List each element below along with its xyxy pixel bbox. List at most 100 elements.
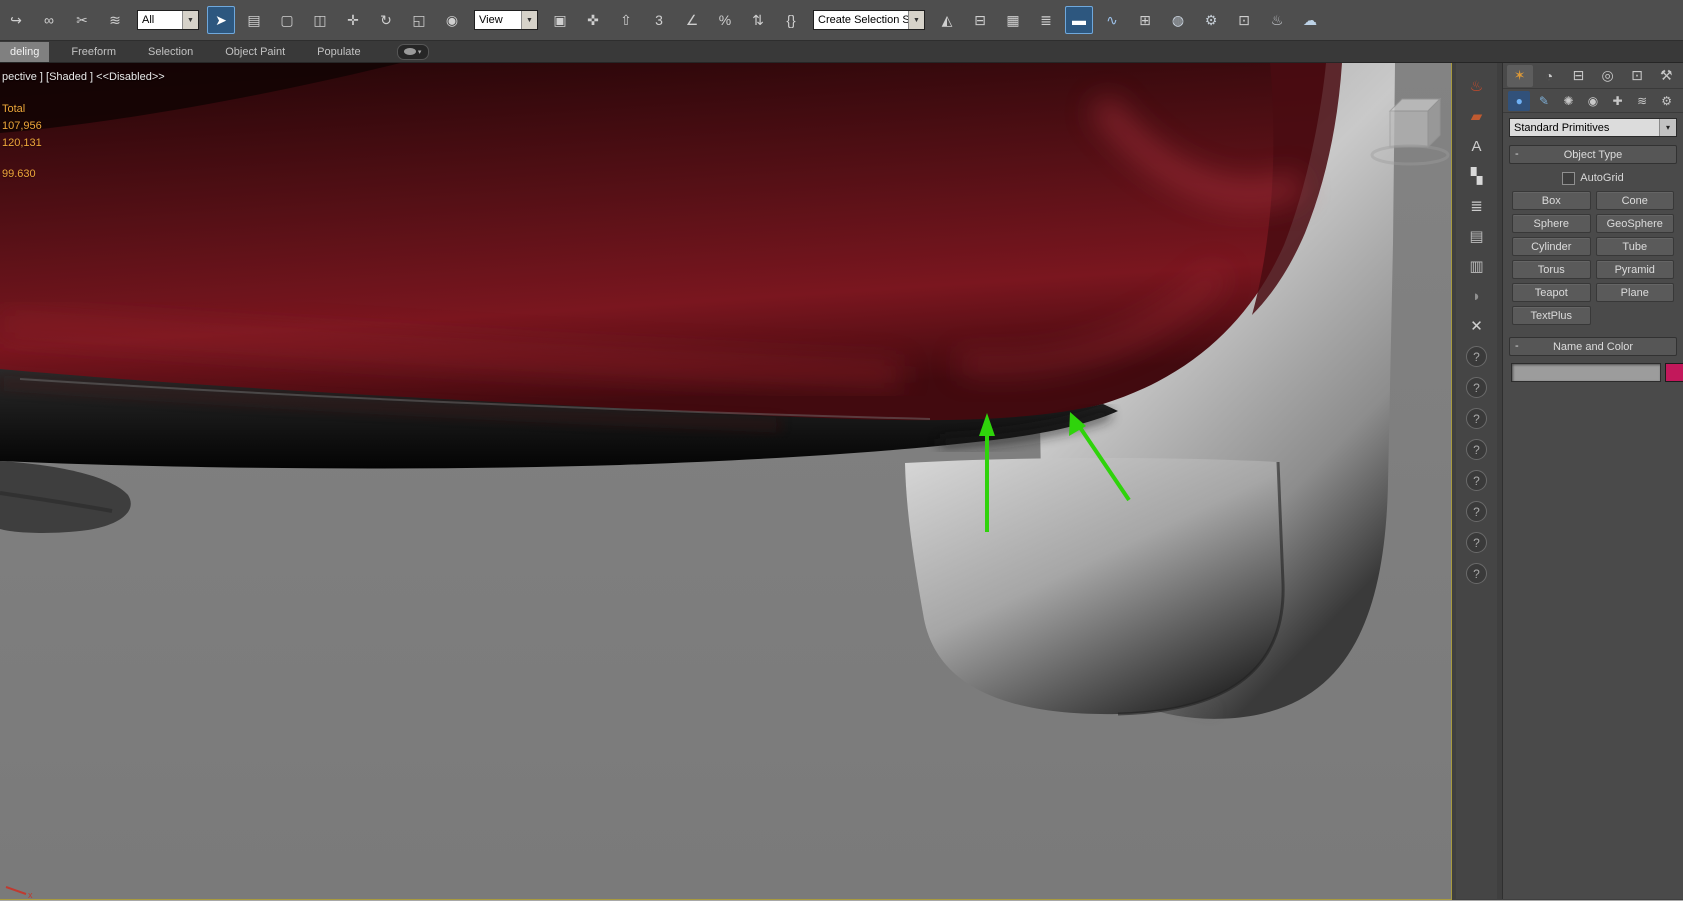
render-in-cloud-icon[interactable]: ☁	[1296, 6, 1324, 34]
tab-display[interactable]: ⊡	[1624, 65, 1650, 87]
ribbon-striped-icon[interactable]: ▥	[1464, 253, 1490, 279]
viewport-3d-scene[interactable]: x	[0, 63, 1451, 899]
object-name-input[interactable]	[1511, 363, 1661, 382]
tab-freeform[interactable]: Freeform	[61, 42, 126, 62]
toggle-ribbon-icon[interactable]: ▬	[1065, 6, 1093, 34]
tab-populate[interactable]: Populate	[307, 42, 370, 62]
category-geometry[interactable]: ●	[1508, 90, 1531, 111]
rollout-object-type-header[interactable]: - Object Type	[1509, 145, 1677, 164]
tab-hierarchy[interactable]: ⊟	[1565, 65, 1591, 87]
mud-flap	[905, 457, 1284, 715]
window-crossing-icon[interactable]: ◫	[306, 6, 334, 34]
curve-editor-icon[interactable]: ∿	[1098, 6, 1126, 34]
viewport-label[interactable]: pective ] [Shaded ] <<Disabled>>	[2, 71, 165, 83]
schematic-view-icon[interactable]: ⊞	[1131, 6, 1159, 34]
rendered-frame-window-icon[interactable]: ⊡	[1230, 6, 1258, 34]
unknown-panel-icon[interactable]: ?	[1466, 346, 1487, 367]
object-type-button[interactable]: Pyramid	[1595, 260, 1674, 279]
select-and-rotate-icon[interactable]: ↻	[372, 6, 400, 34]
use-pivot-point-center-icon[interactable]: ▣	[546, 6, 574, 34]
mirror-icon[interactable]: ◭	[933, 6, 961, 34]
redo-icon[interactable]: ↪	[2, 6, 30, 34]
toggle-scene-explorer-icon[interactable]: ▦	[999, 6, 1027, 34]
object-type-button[interactable]: Torus	[1512, 260, 1591, 279]
unknown-panel-icon[interactable]: ?	[1466, 501, 1487, 522]
unknown-panel-icon[interactable]: ?	[1466, 470, 1487, 491]
ribbon-bricks-icon[interactable]: ▤	[1464, 223, 1490, 249]
unknown-panel-icon[interactable]: ?	[1466, 532, 1487, 553]
render-setup-icon[interactable]: ⚙	[1197, 6, 1225, 34]
autogrid-checkbox[interactable]	[1562, 171, 1576, 185]
ribbon-minimize-button[interactable]: ▾	[396, 43, 429, 60]
object-type-button[interactable]: Box	[1512, 191, 1591, 210]
tab-modeling[interactable]: deling	[0, 41, 50, 62]
spinner-snap-icon[interactable]: ⇅	[744, 6, 772, 34]
tab-selection[interactable]: Selection	[138, 42, 203, 62]
select-and-link-icon[interactable]: ∞	[35, 6, 63, 34]
select-and-scale-icon[interactable]: ◱	[405, 6, 433, 34]
keyboard-shortcut-override-icon[interactable]: ⇧	[612, 6, 640, 34]
ribbon-layers-icon[interactable]: ≣	[1464, 193, 1490, 219]
category-helpers[interactable]: ✚	[1607, 91, 1629, 111]
unknown-panel-icon[interactable]: ?	[1466, 408, 1487, 429]
object-type-button[interactable]: Cone	[1595, 191, 1674, 210]
tab-utilities[interactable]: ⚒	[1653, 65, 1679, 87]
unknown-panel-icon[interactable]: ?	[1466, 563, 1487, 584]
category-shapes[interactable]: ✎	[1533, 91, 1555, 111]
object-type-button[interactable]: Tube	[1595, 237, 1674, 256]
object-color-swatch[interactable]	[1665, 363, 1683, 382]
object-type-button[interactable]: Plane	[1595, 283, 1674, 302]
object-type-button[interactable]: Cylinder	[1512, 237, 1591, 256]
material-editor-icon[interactable]: ◍	[1164, 6, 1192, 34]
category-space-warps[interactable]: ≋	[1631, 91, 1653, 111]
select-and-move-icon[interactable]: ✛	[339, 6, 367, 34]
object-type-button[interactable]: TextPlus	[1512, 306, 1591, 325]
angle-snap-icon[interactable]: ∠	[678, 6, 706, 34]
chevron-down-icon: ▼	[521, 11, 537, 29]
ribbon-sphere-icon[interactable]: ◗	[1464, 283, 1490, 309]
toggle-layer-explorer-icon[interactable]: ≣	[1032, 6, 1060, 34]
select-object-icon[interactable]: ➤	[207, 6, 235, 34]
unknown-panel-icon[interactable]: ?	[1466, 439, 1487, 460]
render-production-icon[interactable]: ♨	[1263, 6, 1291, 34]
object-type-button[interactable]: Sphere	[1512, 214, 1591, 233]
ribbon-teapot-icon[interactable]: ♨	[1464, 73, 1490, 99]
chevron-down-icon: ▼	[182, 11, 198, 29]
tab-modify[interactable]: ◔	[1536, 65, 1562, 87]
ribbon-checker-icon[interactable]: ▚	[1464, 163, 1490, 189]
rectangular-selection-region-icon[interactable]: ▢	[273, 6, 301, 34]
rollout-name-color-header[interactable]: - Name and Color	[1509, 337, 1677, 356]
perspective-viewport[interactable]: x pective ] [Shaded ] <<Disabled>> Total…	[0, 63, 1452, 900]
tab-object-paint[interactable]: Object Paint	[215, 42, 295, 62]
category-lights[interactable]: ✺	[1557, 91, 1579, 111]
snaps-toggle-icon[interactable]: 3	[645, 6, 673, 34]
stats-polys: 107,956	[2, 120, 42, 132]
select-and-place-icon[interactable]: ◉	[438, 6, 466, 34]
category-cameras[interactable]: ◉	[1582, 91, 1604, 111]
selection-filter-dropdown[interactable]: All ▼	[137, 10, 199, 30]
ribbon-material-icon[interactable]: ▰	[1464, 103, 1490, 129]
stats-verts: 120,131	[2, 137, 42, 149]
object-type-button[interactable]: Teapot	[1512, 283, 1591, 302]
object-type-button[interactable]: GeoSphere	[1595, 214, 1674, 233]
unlink-selection-icon[interactable]: ✂	[68, 6, 96, 34]
ribbon-minimize-oval-icon	[403, 48, 416, 55]
collapse-minus-icon: -	[1515, 148, 1519, 160]
bind-to-space-warp-icon[interactable]: ≋	[101, 6, 129, 34]
edit-named-selection-sets-icon[interactable]: {}	[777, 6, 805, 34]
select-and-manipulate-icon[interactable]: ✜	[579, 6, 607, 34]
ribbon-align-tool-icon[interactable]: A	[1464, 133, 1490, 159]
close-icon[interactable]: ✕	[1464, 313, 1490, 339]
subcategory-dropdown[interactable]: Standard Primitives ▾	[1509, 118, 1677, 137]
tab-create[interactable]: ✶	[1506, 64, 1533, 87]
percent-snap-icon[interactable]: %	[711, 6, 739, 34]
main-toolbar: ↪ ∞ ✂ ≋ All ▼ ➤ ▤ ▢ ◫ ✛ ↻ ◱ ◉ View ▼ ▣ ✜…	[0, 0, 1683, 41]
named-selection-sets-dropdown[interactable]: Create Selection Se ▼	[813, 10, 925, 30]
unknown-panel-icon[interactable]: ?	[1466, 377, 1487, 398]
category-systems[interactable]: ⚙	[1656, 91, 1678, 111]
chevron-down-icon: ▾	[417, 48, 422, 56]
align-icon[interactable]: ⊟	[966, 6, 994, 34]
reference-coordinate-system-dropdown[interactable]: View ▼	[474, 10, 538, 30]
tab-motion[interactable]: ◎	[1595, 65, 1621, 87]
select-by-name-icon[interactable]: ▤	[240, 6, 268, 34]
